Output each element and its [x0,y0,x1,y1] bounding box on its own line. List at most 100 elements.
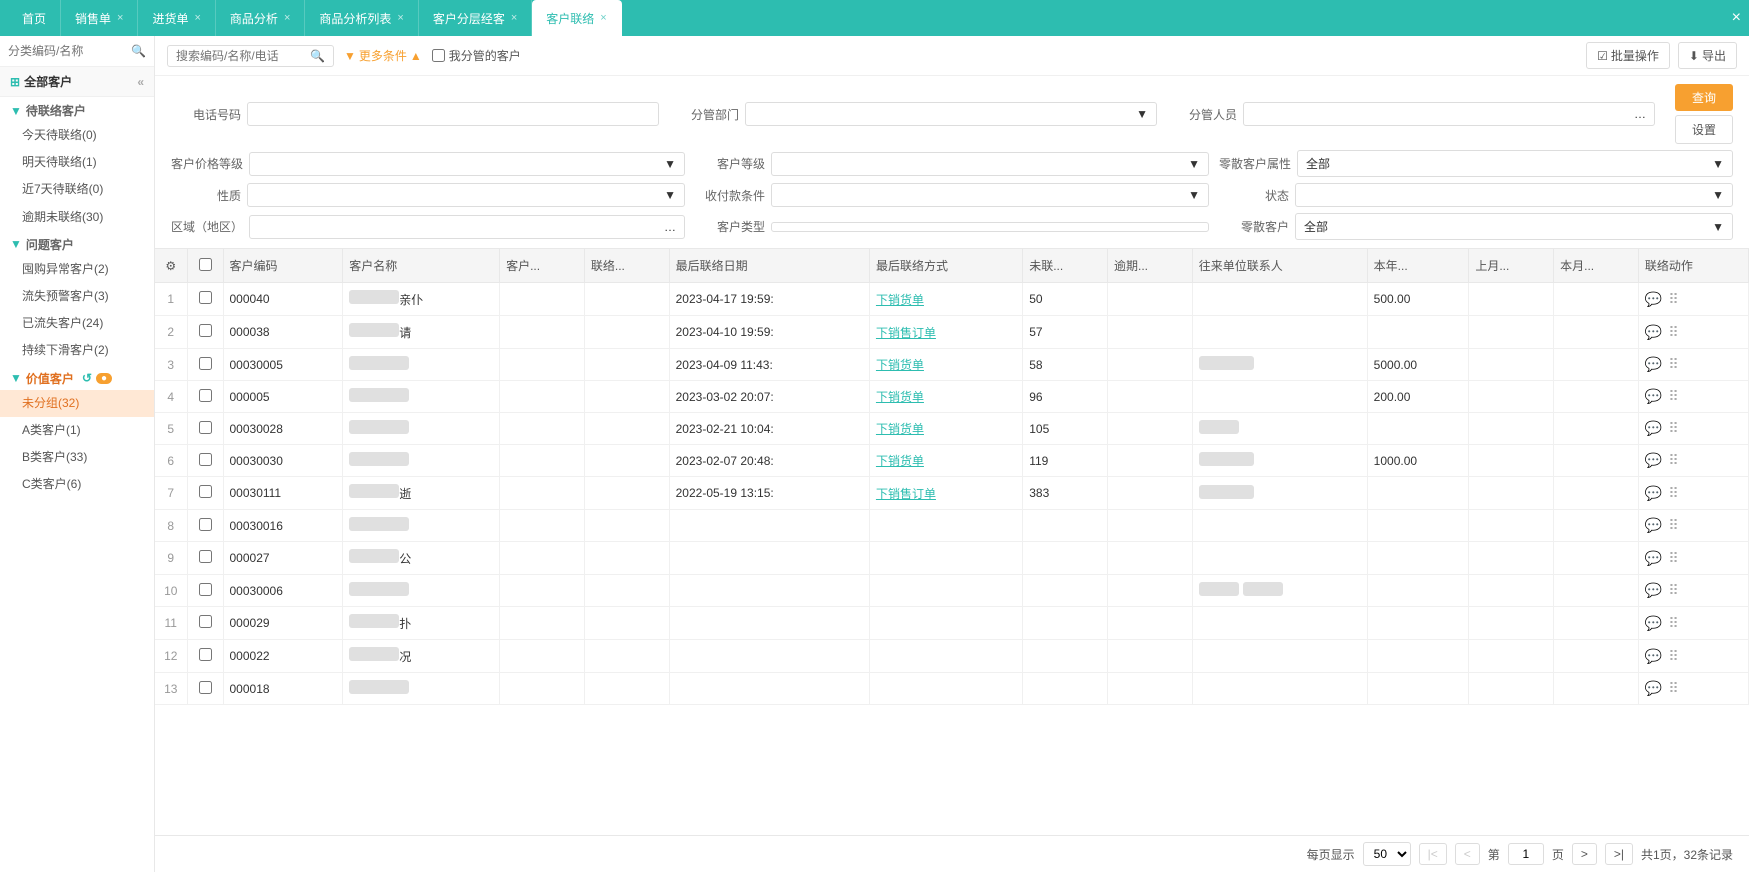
tab-customer-contact[interactable]: 客户联络 × [532,0,621,36]
sidebar-item-churn-warning[interactable]: 流失预警客户(3) [0,283,154,310]
contact-method-link[interactable]: 下销货单 [876,422,924,436]
col-checkbox[interactable] [187,249,223,283]
first-page-btn[interactable]: |< [1419,843,1447,865]
contact-icon[interactable]: 💬 [1645,680,1662,697]
sidebar-item-b-class[interactable]: B类客户(33) [0,444,154,471]
sidebar-item-a-class[interactable]: A类客户(1) [0,417,154,444]
my-customers-checkbox[interactable] [432,49,445,62]
tab-customer-segment-close[interactable]: × [511,12,517,24]
more-icon[interactable]: ⠿ [1668,356,1678,373]
more-conditions-btn[interactable]: ▼ 更多条件 ▲ [344,47,422,64]
contact-method-link[interactable]: 下销货单 [876,358,924,372]
batch-operate-btn[interactable]: ☑ 批量操作 [1586,42,1670,69]
sidebar-search-icon[interactable]: 🔍 [131,44,146,58]
row-select-checkbox[interactable] [199,550,212,563]
sidebar-item-week-pending[interactable]: 近7天待联络(0) [0,176,154,203]
contact-method-link[interactable]: 下销售订单 [876,487,936,501]
contact-icon[interactable]: 💬 [1645,648,1662,665]
more-icon[interactable]: ⠿ [1668,324,1678,341]
tab-product-analysis-list[interactable]: 商品分析列表 × [305,0,418,36]
tab-customer-contact-close[interactable]: × [600,12,606,24]
row-select-checkbox[interactable] [199,389,212,402]
export-btn[interactable]: ⬇ 导出 [1678,42,1737,69]
row-checkbox[interactable] [187,381,223,413]
more-icon[interactable]: ⠿ [1668,615,1678,632]
sidebar-item-churned[interactable]: 已流失客户(24) [0,310,154,337]
sidebar-item-ungroup[interactable]: 未分组(32) [0,390,154,417]
prev-page-btn[interactable]: < [1455,843,1480,865]
manager-select[interactable]: … [1243,102,1655,126]
customer-type-select[interactable] [771,222,1209,232]
more-icon[interactable]: ⠿ [1668,550,1678,567]
row-checkbox[interactable] [187,575,223,607]
query-btn[interactable]: 查询 [1675,84,1733,111]
row-checkbox[interactable] [187,673,223,705]
row-checkbox[interactable] [187,477,223,510]
more-icon[interactable]: ⠿ [1668,680,1678,697]
sidebar-item-overdue-pending[interactable]: 逾期未联络(30) [0,204,154,231]
more-icon[interactable]: ⠿ [1668,485,1678,502]
tab-home[interactable]: 首页 [8,0,61,36]
gender-select[interactable]: ▼ [247,183,685,207]
contact-icon[interactable]: 💬 [1645,291,1662,308]
row-select-checkbox[interactable] [199,291,212,304]
row-checkbox[interactable] [187,510,223,542]
status-select[interactable]: ▼ [1295,183,1733,207]
more-icon[interactable]: ⠿ [1668,452,1678,469]
main-search-icon[interactable]: 🔍 [310,49,325,63]
phone-input[interactable] [247,102,659,126]
tab-purchase[interactable]: 进货单 × [138,0,215,36]
customer-level-select[interactable]: ▼ [771,152,1209,176]
row-checkbox[interactable] [187,542,223,575]
close-all-tabs[interactable]: × [1732,9,1741,27]
more-icon[interactable]: ⠿ [1668,388,1678,405]
tab-sales[interactable]: 销售单 × [61,0,138,36]
tab-purchase-close[interactable]: × [194,12,200,24]
sidebar-item-abnormal[interactable]: 囤购异常客户(2) [0,256,154,283]
row-checkbox[interactable] [187,283,223,316]
contact-icon[interactable]: 💬 [1645,420,1662,437]
row-checkbox[interactable] [187,349,223,381]
contact-icon[interactable]: 💬 [1645,485,1662,502]
dept-select[interactable]: ▼ [745,102,1157,126]
contact-icon[interactable]: 💬 [1645,582,1662,599]
contact-icon[interactable]: 💬 [1645,388,1662,405]
sidebar-item-tomorrow-pending[interactable]: 明天待联络(1) [0,149,154,176]
contact-method-link[interactable]: 下销货单 [876,390,924,404]
collapse-icon[interactable]: « [137,75,144,89]
contact-method-link[interactable]: 下销货单 [876,454,924,468]
more-icon[interactable]: ⠿ [1668,517,1678,534]
sidebar-search-input[interactable] [8,44,127,58]
row-checkbox[interactable] [187,640,223,673]
sidebar-item-c-class[interactable]: C类客户(6) [0,471,154,498]
select-all-checkbox[interactable] [199,258,212,271]
reset-btn[interactable]: 设置 [1675,115,1733,144]
more-icon[interactable]: ⠿ [1668,291,1678,308]
retail-attr-select[interactable]: 全部▼ [1297,150,1733,177]
contact-icon[interactable]: 💬 [1645,550,1662,567]
contact-icon[interactable]: 💬 [1645,324,1662,341]
contact-icon[interactable]: 💬 [1645,356,1662,373]
tab-customer-segment[interactable]: 客户分层经客 × [419,0,532,36]
retail-customer-select[interactable]: 全部▼ [1295,213,1733,240]
all-customers-header[interactable]: ⊞ 全部客户 « [0,67,154,97]
col-settings[interactable]: ⚙ [155,249,187,283]
page-input[interactable] [1508,843,1544,865]
tab-product-analysis-close[interactable]: × [284,12,290,24]
sidebar-item-declining[interactable]: 持续下滑客户(2) [0,337,154,364]
row-select-checkbox[interactable] [199,583,212,596]
contact-method-link[interactable]: 下销售订单 [876,326,936,340]
more-icon[interactable]: ⠿ [1668,582,1678,599]
contact-icon[interactable]: 💬 [1645,517,1662,534]
my-customers-filter[interactable]: 我分管的客户 [432,47,521,64]
more-icon[interactable]: ⠿ [1668,420,1678,437]
payment-select[interactable]: ▼ [771,183,1209,207]
row-select-checkbox[interactable] [199,324,212,337]
row-checkbox[interactable] [187,316,223,349]
contact-icon[interactable]: 💬 [1645,452,1662,469]
next-page-btn[interactable]: > [1572,843,1597,865]
per-page-select[interactable]: 50 [1363,842,1411,866]
row-select-checkbox[interactable] [199,421,212,434]
row-select-checkbox[interactable] [199,648,212,661]
sidebar-item-today-pending[interactable]: 今天待联络(0) [0,122,154,149]
